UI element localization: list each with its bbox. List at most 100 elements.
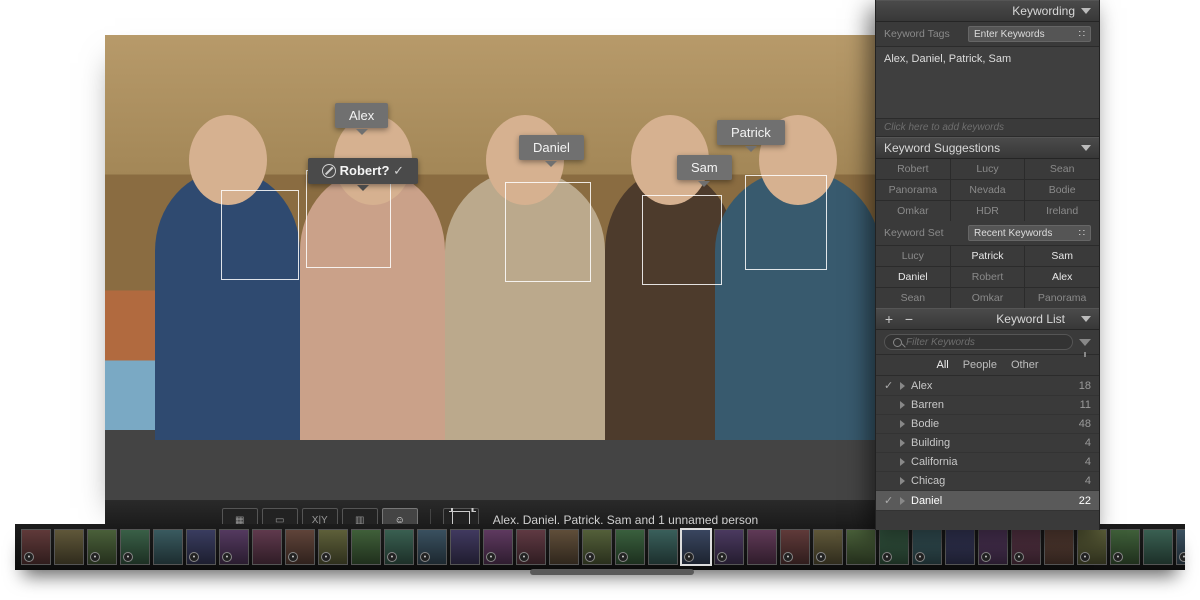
thumb-badge-icon: • [1014, 552, 1024, 562]
keyword-cell[interactable]: Robert [876, 159, 950, 179]
filmstrip-thumb[interactable]: • [516, 529, 546, 565]
keyword-cell[interactable]: Alex [1025, 267, 1099, 287]
face-region[interactable] [642, 195, 722, 285]
filmstrip-thumb[interactable]: • [582, 529, 612, 565]
keyword-filter-tab[interactable]: Other [1011, 359, 1039, 371]
keyword-list-item[interactable]: California4 [876, 453, 1099, 472]
face-name-tag[interactable]: Sam [677, 155, 732, 180]
face-name-tag[interactable]: Patrick [717, 120, 785, 145]
confirm-icon[interactable]: ✓ [393, 163, 404, 178]
keyword-check-icon[interactable]: ✓ [884, 379, 894, 392]
face-name-tag[interactable]: Alex [335, 103, 388, 128]
filmstrip-thumb[interactable]: • [1077, 529, 1107, 565]
filmstrip-thumb[interactable] [648, 529, 678, 565]
keyword-cell[interactable]: Panorama [876, 180, 950, 200]
keyword-check-icon[interactable]: ✓ [884, 494, 894, 507]
filmstrip-thumb[interactable]: • [186, 529, 216, 565]
keyword-list-item[interactable]: ✓Alex18 [876, 376, 1099, 396]
filmstrip-thumb[interactable] [351, 529, 381, 565]
keyword-cell[interactable]: Sean [876, 288, 950, 308]
add-keywords-field[interactable]: Click here to add keywords [876, 119, 1099, 137]
reject-icon[interactable] [322, 164, 336, 178]
filmstrip-scrollbar[interactable] [530, 569, 694, 575]
filmstrip-thumb[interactable] [1044, 529, 1074, 565]
filmstrip-thumb[interactable] [549, 529, 579, 565]
disclosure-icon[interactable] [900, 382, 905, 390]
keyword-cell[interactable]: Panorama [1025, 288, 1099, 308]
filmstrip-thumb[interactable]: • [285, 529, 315, 565]
filmstrip-thumb[interactable] [846, 529, 876, 565]
disclosure-icon[interactable] [900, 497, 905, 505]
keyword-cell[interactable]: Nevada [951, 180, 1025, 200]
keyword-filter-tab[interactable]: All [936, 359, 948, 371]
disclosure-icon[interactable] [900, 477, 905, 485]
keyword-set-mode-select[interactable]: Recent Keywords∷ [968, 225, 1091, 241]
filmstrip-thumb[interactable]: • [615, 529, 645, 565]
keyword-list-item[interactable]: Chicag4 [876, 472, 1099, 491]
face-region[interactable] [221, 190, 299, 280]
filmstrip-thumb[interactable] [153, 529, 183, 565]
keyword-list-item[interactable]: Bodie48 [876, 415, 1099, 434]
keyword-cell[interactable]: Sean [1025, 159, 1099, 179]
filmstrip-thumb[interactable]: • [384, 529, 414, 565]
filmstrip-thumb[interactable]: • [681, 529, 711, 565]
filmstrip-thumb[interactable]: • [483, 529, 513, 565]
keywording-header[interactable]: Keywording [876, 0, 1099, 22]
filmstrip-thumb[interactable] [450, 529, 480, 565]
face-name-tag[interactable]: Daniel [519, 135, 584, 160]
keyword-cell[interactable]: Lucy [951, 159, 1025, 179]
face-suggestion-tag[interactable]: Robert? ✓ [308, 158, 418, 184]
keyword-cell[interactable]: Omkar [951, 288, 1025, 308]
filmstrip-thumb[interactable]: • [417, 529, 447, 565]
collapse-icon [1081, 145, 1091, 151]
filmstrip-thumb[interactable] [1143, 529, 1173, 565]
keyword-cell[interactable]: Daniel [876, 267, 950, 287]
filmstrip-thumb[interactable] [54, 529, 84, 565]
filmstrip-thumb[interactable] [747, 529, 777, 565]
add-keyword-button[interactable]: + [884, 312, 894, 326]
face-region[interactable] [306, 170, 391, 268]
keyword-cell[interactable]: Ireland [1025, 201, 1099, 221]
keyword-cell[interactable]: Patrick [951, 246, 1025, 266]
filmstrip[interactable]: ••••••••••••••••••••••••• [15, 524, 1185, 570]
keyword-cell[interactable]: Omkar [876, 201, 950, 221]
remove-keyword-button[interactable]: − [904, 312, 914, 326]
filmstrip-thumb[interactable]: • [21, 529, 51, 565]
keyword-filter-input[interactable]: Filter Keywords [884, 334, 1073, 350]
filmstrip-thumb[interactable]: • [318, 529, 348, 565]
main-photo[interactable]: Alex Daniel Sam Patrick Robert? ✓ [105, 35, 875, 500]
face-region[interactable] [745, 175, 827, 270]
face-region[interactable] [505, 182, 591, 282]
disclosure-icon[interactable] [900, 401, 905, 409]
keyword-tags-mode-select[interactable]: Enter Keywords∷ [968, 26, 1091, 42]
filmstrip-thumb[interactable]: • [912, 529, 942, 565]
keyword-tags-field[interactable]: Alex, Daniel, Patrick, Sam [876, 47, 1099, 119]
keyword-filter-tab[interactable]: People [963, 359, 997, 371]
filmstrip-thumb[interactable]: • [978, 529, 1008, 565]
keyword-list-item[interactable]: Barren11 [876, 396, 1099, 415]
keyword-cell[interactable]: Lucy [876, 246, 950, 266]
filmstrip-thumb[interactable]: • [87, 529, 117, 565]
filmstrip-thumb[interactable]: • [1176, 529, 1185, 565]
filmstrip-thumb[interactable]: • [1110, 529, 1140, 565]
keyword-cell[interactable]: Robert [951, 267, 1025, 287]
filmstrip-thumb[interactable] [945, 529, 975, 565]
keyword-list-item[interactable]: Building4 [876, 434, 1099, 453]
filter-icon[interactable] [1079, 339, 1091, 346]
keyword-cell[interactable]: Bodie [1025, 180, 1099, 200]
filmstrip-thumb[interactable]: • [219, 529, 249, 565]
filmstrip-thumb[interactable]: • [714, 529, 744, 565]
disclosure-icon[interactable] [900, 420, 905, 428]
filmstrip-thumb[interactable]: • [780, 529, 810, 565]
keyword-cell[interactable]: HDR [951, 201, 1025, 221]
filmstrip-thumb[interactable]: • [120, 529, 150, 565]
keyword-cell[interactable]: Sam [1025, 246, 1099, 266]
keyword-list-item[interactable]: ✓Daniel22 [876, 491, 1099, 511]
filmstrip-thumb[interactable] [252, 529, 282, 565]
disclosure-icon[interactable] [900, 439, 905, 447]
keyword-suggestions-header[interactable]: Keyword Suggestions [876, 137, 1099, 159]
filmstrip-thumb[interactable]: • [813, 529, 843, 565]
filmstrip-thumb[interactable]: • [879, 529, 909, 565]
filmstrip-thumb[interactable]: • [1011, 529, 1041, 565]
disclosure-icon[interactable] [900, 458, 905, 466]
